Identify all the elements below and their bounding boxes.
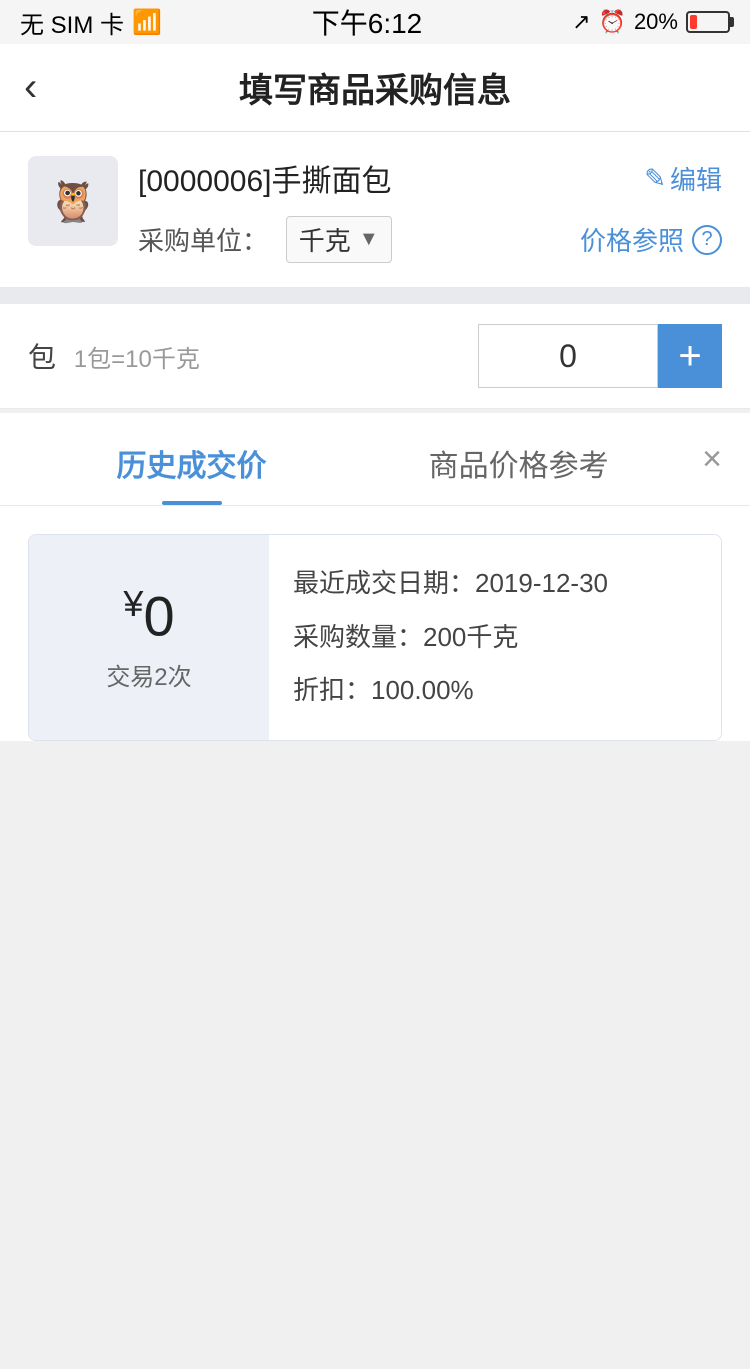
product-header: [0000006]手撕面包 ✎ 编辑 (138, 156, 722, 200)
discount-value: 100.00% (371, 675, 474, 705)
recent-date-label: 最近成交日期： (293, 568, 475, 598)
nav-bar: ‹ 填写商品采购信息 (0, 44, 750, 132)
tab-close-button[interactable]: × (682, 420, 722, 499)
quantity-label-section: 包 1包=10千克 (28, 336, 200, 376)
product-info: [0000006]手撕面包 ✎ 编辑 采购单位： 千克 ▼ 价格参照 ? (138, 156, 722, 263)
unit-label: 采购单位： (138, 226, 268, 256)
unit-dropdown-arrow: ▼ (359, 228, 379, 251)
price-ref-help-icon: ? (692, 225, 722, 255)
back-button[interactable]: ‹ (24, 65, 37, 110)
page-title: 填写商品采购信息 (239, 63, 511, 112)
recent-date-value: 2019-12-30 (475, 568, 608, 598)
quantity-row-detail: 采购数量：200千克 (293, 617, 697, 659)
quantity-detail-value: 200千克 (423, 622, 518, 652)
history-price-display: ¥0 (123, 583, 174, 649)
quantity-input-group: + (478, 324, 722, 388)
quantity-row: 包 1包=10千克 + (0, 304, 750, 409)
quantity-unit-label: 包 (28, 342, 56, 373)
location-icon: ↗ (572, 9, 590, 35)
discount-label: 折扣： (293, 675, 371, 705)
battery-fill (690, 15, 697, 29)
product-thumbnail: 🦉 (28, 156, 118, 246)
history-detail-section: 最近成交日期：2019-12-30 采购数量：200千克 折扣：100.00% (269, 535, 721, 740)
tabs-panel: 历史成交价 商品价格参考 × ¥0 交易2次 最近成交日期：2019-12-30… (0, 413, 750, 741)
edit-icon: ✎ (644, 163, 666, 194)
status-left: 无 SIM 卡 📶 (20, 5, 162, 40)
product-thumb-icon: 🦉 (48, 178, 98, 225)
alarm-icon: ⏰ (599, 9, 626, 35)
history-price-section: ¥0 交易2次 (29, 535, 269, 740)
quantity-detail-label: 采购数量： (293, 622, 423, 652)
unit-section: 采购单位： 千克 ▼ (138, 216, 392, 263)
price-ref-label: 价格参照 (580, 221, 684, 258)
edit-button[interactable]: ✎ 编辑 (644, 160, 722, 197)
carrier-text: 无 SIM 卡 (20, 5, 124, 40)
history-card: ¥0 交易2次 最近成交日期：2019-12-30 采购数量：200千克 折扣：… (28, 534, 722, 741)
edit-label: 编辑 (670, 160, 722, 197)
tab-history-price[interactable]: 历史成交价 (28, 413, 355, 505)
product-name: [0000006]手撕面包 (138, 156, 391, 200)
recent-date-row: 最近成交日期：2019-12-30 (293, 563, 697, 605)
trade-count: 交易2次 (106, 657, 191, 692)
status-right: ↗ ⏰ 20% (572, 9, 730, 35)
status-time: 下午6:12 (312, 2, 423, 42)
quantity-plus-button[interactable]: + (658, 324, 722, 388)
tab-price-reference[interactable]: 商品价格参考 (355, 413, 682, 505)
currency-symbol: ¥ (123, 583, 143, 624)
tabs-header: 历史成交价 商品价格参考 × (0, 413, 750, 506)
quantity-input[interactable] (478, 324, 658, 388)
quantity-conversion-label: 1包=10千克 (74, 346, 200, 373)
price-reference-button[interactable]: 价格参照 ? (580, 221, 722, 258)
price-value: 0 (143, 585, 174, 648)
product-card: 🦉 [0000006]手撕面包 ✎ 编辑 采购单位： 千克 ▼ 价格参照 ? (0, 132, 750, 288)
battery-percent: 20% (634, 9, 678, 35)
battery-icon (686, 11, 730, 33)
unit-value: 千克 (299, 221, 351, 258)
product-unit-row: 采购单位： 千克 ▼ 价格参照 ? (138, 216, 722, 263)
unit-selector[interactable]: 千克 ▼ (286, 216, 392, 263)
wifi-icon: 📶 (132, 8, 162, 37)
discount-row: 折扣：100.00% (293, 670, 697, 712)
bottom-area (0, 769, 750, 1369)
section-divider (0, 288, 750, 304)
status-bar: 无 SIM 卡 📶 下午6:12 ↗ ⏰ 20% (0, 0, 750, 44)
